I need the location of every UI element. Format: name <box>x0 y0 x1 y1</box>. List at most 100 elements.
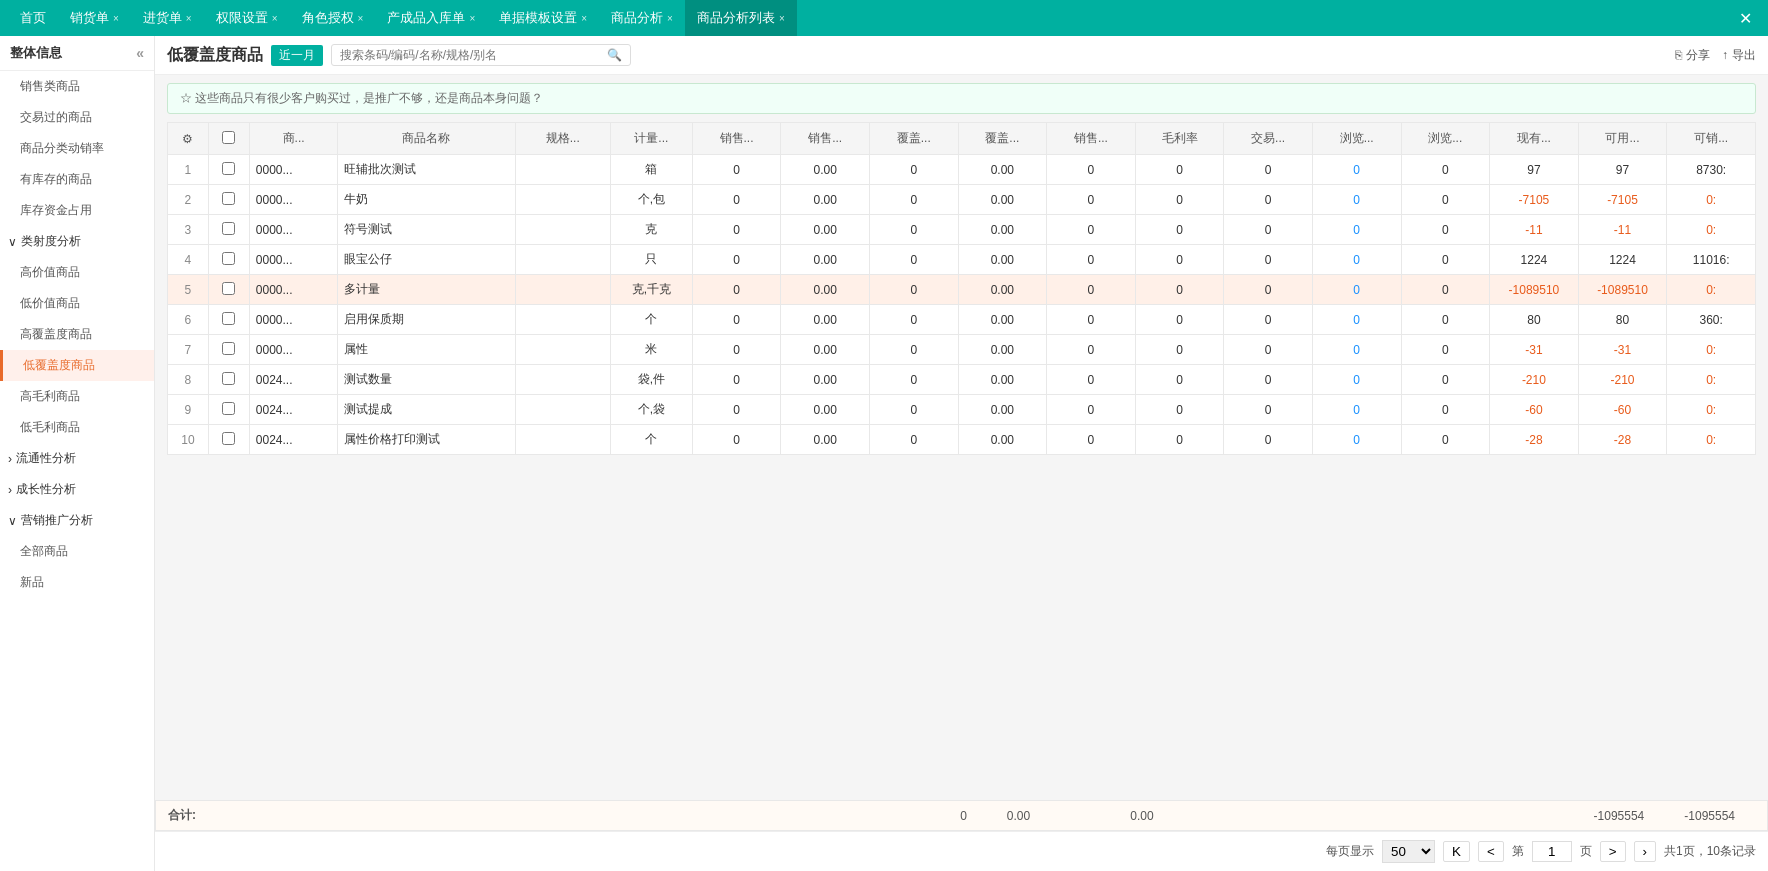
row-view1[interactable]: 0 <box>1312 185 1401 215</box>
sales-qty-column-header[interactable]: 销售... <box>692 123 781 155</box>
row-checkbox-cell[interactable] <box>208 275 249 305</box>
nav-close-icon[interactable]: × <box>358 13 364 24</box>
sidebar-group-growth[interactable]: › 成长性分析 <box>0 474 154 505</box>
search-icon[interactable]: 🔍 <box>607 48 622 62</box>
sidebar-item-high-margin[interactable]: 高毛利商品 <box>0 381 154 412</box>
prev-page-button[interactable]: < <box>1478 841 1504 862</box>
row-checkbox-cell[interactable] <box>208 425 249 455</box>
nav-permissions[interactable]: 权限设置 × <box>204 0 290 36</box>
row-checkbox[interactable] <box>222 192 235 205</box>
export-button[interactable]: ↑ 导出 <box>1722 47 1756 64</box>
select-all-checkbox[interactable] <box>222 131 235 144</box>
nav-close-icon[interactable]: × <box>667 13 673 24</box>
code-column-header[interactable]: 商... <box>249 123 338 155</box>
nav-product-analysis-list[interactable]: 商品分析列表 × <box>685 0 797 36</box>
nav-product-analysis[interactable]: 商品分析 × <box>599 0 685 36</box>
row-checkbox[interactable] <box>222 402 235 415</box>
nav-production-inbound[interactable]: 产成品入库单 × <box>375 0 487 36</box>
nav-role-auth[interactable]: 角色授权 × <box>290 0 376 36</box>
sidebar-item-traded-goods[interactable]: 交易过的商品 <box>0 102 154 133</box>
checkbox-column-header[interactable] <box>208 123 249 155</box>
row-view1[interactable]: 0 <box>1312 155 1401 185</box>
view1-column-header[interactable]: 浏览... <box>1312 123 1401 155</box>
row-checkbox-cell[interactable] <box>208 365 249 395</box>
first-page-button[interactable]: K <box>1443 841 1470 862</box>
row-view1[interactable]: 0 <box>1312 425 1401 455</box>
row-checkbox-cell[interactable] <box>208 335 249 365</box>
trade-column-header[interactable]: 交易... <box>1224 123 1313 155</box>
sidebar-item-new-goods[interactable]: 新品 <box>0 567 154 598</box>
row-checkbox-cell[interactable] <box>208 395 249 425</box>
sidebar-group-marketing[interactable]: ∨ 营销推广分析 <box>0 505 154 536</box>
nav-close-icon[interactable]: × <box>581 13 587 24</box>
sidebar-group-coverage-analysis[interactable]: ∨ 类射度分析 <box>0 226 154 257</box>
row-checkbox[interactable] <box>222 282 235 295</box>
next-page-button[interactable]: > <box>1600 841 1626 862</box>
row-checkbox[interactable] <box>222 222 235 235</box>
unit-column-header[interactable]: 计量... <box>610 123 692 155</box>
sidebar-item-high-coverage[interactable]: 高覆盖度商品 <box>0 319 154 350</box>
sidebar-item-stock-capital[interactable]: 库存资金占用 <box>0 195 154 226</box>
row-checkbox[interactable] <box>222 372 235 385</box>
row-sales3: 0 <box>1047 185 1136 215</box>
sidebar-group-circulation[interactable]: › 流通性分析 <box>0 443 154 474</box>
row-checkbox[interactable] <box>222 312 235 325</box>
nav-close-icon[interactable]: × <box>469 13 475 24</box>
settings-column-header[interactable]: ⚙ <box>168 123 209 155</box>
coverage1-column-header[interactable]: 覆盖... <box>869 123 958 155</box>
share-button[interactable]: ⎘ 分享 <box>1675 47 1710 64</box>
nav-sales-order[interactable]: 销货单 × <box>58 0 131 36</box>
sidebar-item-sales-goods[interactable]: 销售类商品 <box>0 71 154 102</box>
sidebar-item-low-margin[interactable]: 低毛利商品 <box>0 412 154 443</box>
sellable-column-header[interactable]: 可销... <box>1667 123 1756 155</box>
current-stock-column-header[interactable]: 现有... <box>1490 123 1579 155</box>
page-number-input[interactable] <box>1532 841 1572 862</box>
row-view1[interactable]: 0 <box>1312 365 1401 395</box>
sidebar-item-low-value[interactable]: 低价值商品 <box>0 288 154 319</box>
row-view1[interactable]: 0 <box>1312 215 1401 245</box>
row-checkbox[interactable] <box>222 252 235 265</box>
row-checkbox-cell[interactable] <box>208 155 249 185</box>
sidebar-item-low-coverage[interactable]: 低覆盖度商品 <box>0 350 154 381</box>
row-view1[interactable]: 0 <box>1312 335 1401 365</box>
row-checkbox[interactable] <box>222 342 235 355</box>
table-container[interactable]: ⚙ 商... 商品名称 规格... 计量... 销售... 销售... 覆盖..… <box>155 122 1768 800</box>
nav-close-icon[interactable]: × <box>272 13 278 24</box>
gross-margin-column-header[interactable]: 毛利率 <box>1135 123 1224 155</box>
nav-purchase-order[interactable]: 进货单 × <box>131 0 204 36</box>
nav-close-icon[interactable]: × <box>779 13 785 24</box>
spec-column-header[interactable]: 规格... <box>515 123 610 155</box>
view2-column-header[interactable]: 浏览... <box>1401 123 1490 155</box>
row-sales3: 0 <box>1047 365 1136 395</box>
row-trade: 0 <box>1224 185 1313 215</box>
window-close-button[interactable]: ✕ <box>1730 3 1760 33</box>
page-size-select[interactable]: 50 20 100 <box>1382 840 1435 863</box>
row-checkbox[interactable] <box>222 432 235 445</box>
row-view1[interactable]: 0 <box>1312 395 1401 425</box>
last-page-button[interactable]: › <box>1634 841 1656 862</box>
nav-close-icon[interactable]: × <box>186 13 192 24</box>
search-input[interactable] <box>340 48 603 62</box>
nav-close-icon[interactable]: × <box>113 13 119 24</box>
time-filter-button[interactable]: 近一月 <box>271 45 323 66</box>
sidebar-collapse-button[interactable]: « <box>136 45 144 61</box>
row-checkbox[interactable] <box>222 162 235 175</box>
row-checkbox-cell[interactable] <box>208 305 249 335</box>
nav-template-settings[interactable]: 单据模板设置 × <box>487 0 599 36</box>
row-view1[interactable]: 0 <box>1312 245 1401 275</box>
coverage2-column-header[interactable]: 覆盖... <box>958 123 1047 155</box>
nav-home[interactable]: 首页 <box>8 0 58 36</box>
sidebar-item-stocked-goods[interactable]: 有库存的商品 <box>0 164 154 195</box>
sales3-column-header[interactable]: 销售... <box>1047 123 1136 155</box>
row-view1[interactable]: 0 <box>1312 275 1401 305</box>
row-checkbox-cell[interactable] <box>208 185 249 215</box>
sales-amt-column-header[interactable]: 销售... <box>781 123 870 155</box>
sidebar-item-all-goods[interactable]: 全部商品 <box>0 536 154 567</box>
name-column-header[interactable]: 商品名称 <box>338 123 515 155</box>
available-stock-column-header[interactable]: 可用... <box>1578 123 1667 155</box>
row-checkbox-cell[interactable] <box>208 215 249 245</box>
row-view1[interactable]: 0 <box>1312 305 1401 335</box>
row-checkbox-cell[interactable] <box>208 245 249 275</box>
sidebar-item-category-sales-rate[interactable]: 商品分类动销率 <box>0 133 154 164</box>
sidebar-item-high-value[interactable]: 高价值商品 <box>0 257 154 288</box>
